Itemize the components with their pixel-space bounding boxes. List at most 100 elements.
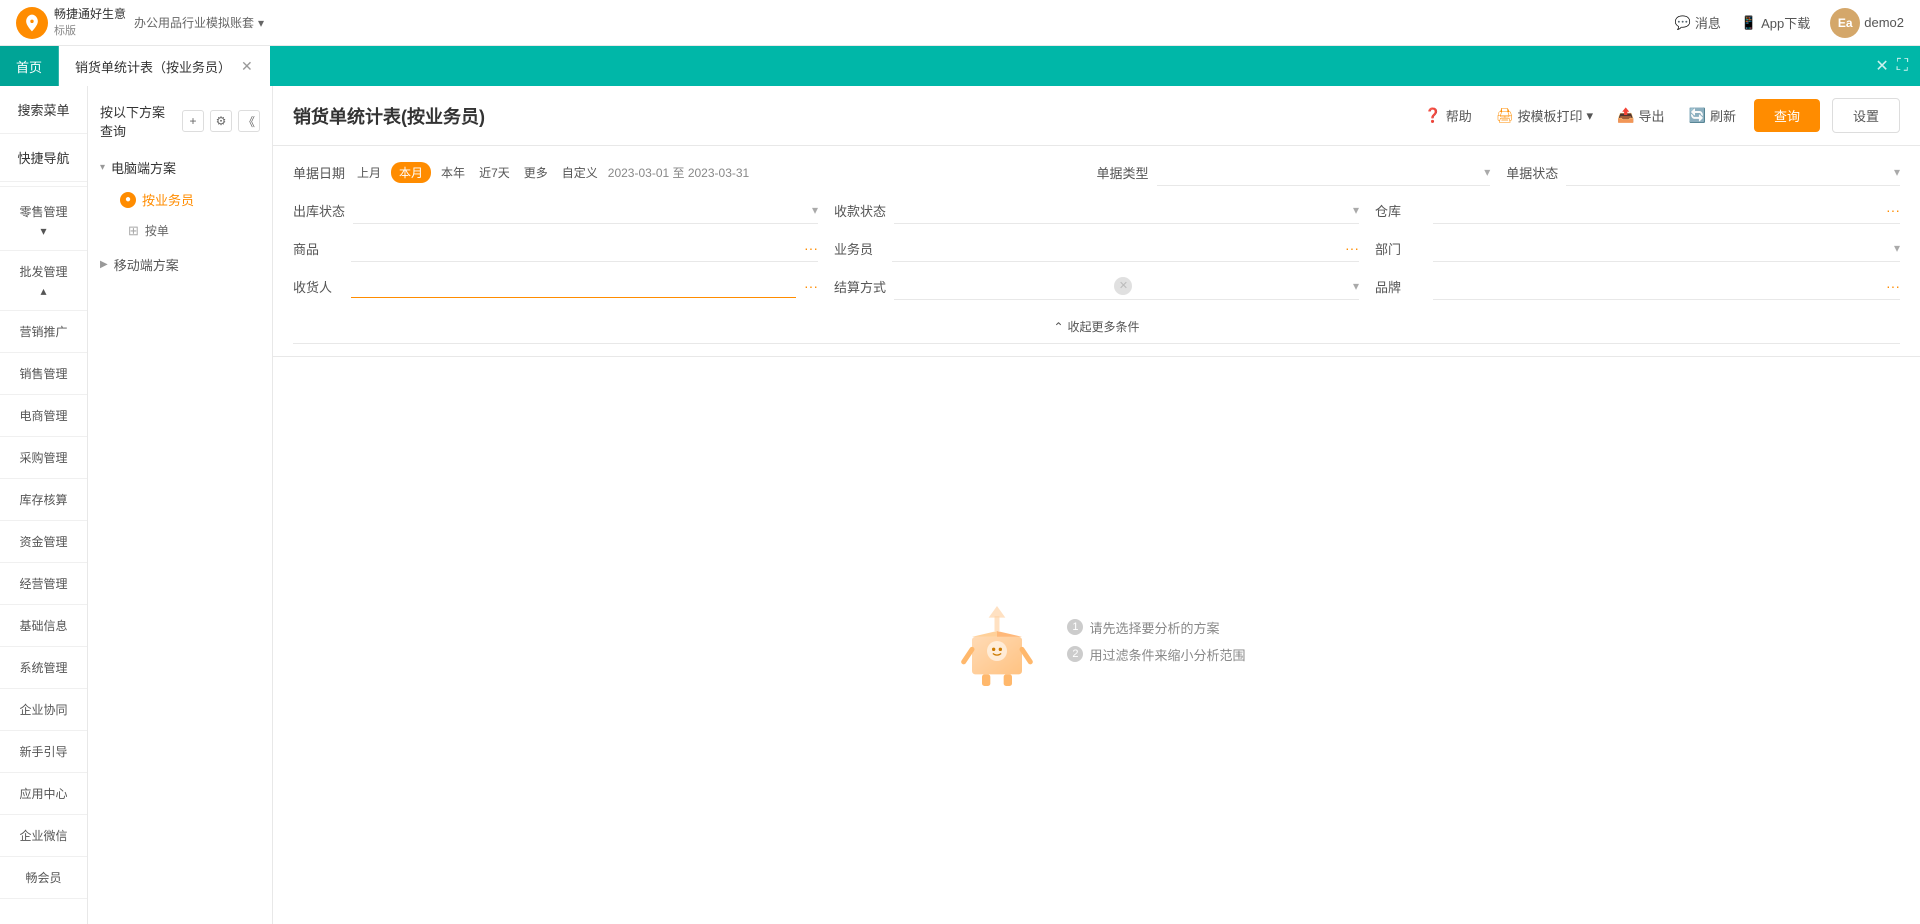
scheme-item-by-bill[interactable]: ⊞ 按单 xyxy=(88,216,272,245)
page-actions: ❓ 帮助 🖨 按模板打印 ▾ 📤 导出 🔄 xyxy=(1418,98,1900,133)
app-name-label: 办公用品行业模拟账套 xyxy=(134,14,254,31)
staff-dots[interactable]: ··· xyxy=(1345,240,1359,256)
print-icon: 🖨 xyxy=(1496,107,1514,124)
sidebar-item-wechat[interactable]: 企业微信 xyxy=(0,815,87,857)
settle-chevron-icon: ▾ xyxy=(1353,279,1359,293)
collapse-panel-btn[interactable]: 《 xyxy=(238,110,260,132)
sidebar-item-retail[interactable]: 零售管理 ▾ xyxy=(0,191,87,251)
sidebar-item-ecommerce[interactable]: 电商管理 xyxy=(0,395,87,437)
query-btn[interactable]: 查询 xyxy=(1754,99,1820,132)
settle-select[interactable]: ✕ ▾ xyxy=(894,272,1359,300)
collect-status-select[interactable]: ▾ xyxy=(894,196,1359,224)
app-download-btn[interactable]: 📱 App下载 xyxy=(1741,13,1810,32)
date-btn-last-month[interactable]: 上月 xyxy=(353,162,385,183)
bill-type-label: 单据类型 xyxy=(1097,163,1149,182)
export-btn[interactable]: 📤 导出 xyxy=(1611,102,1670,129)
user-profile-btn[interactable]: Ea demo2 xyxy=(1830,8,1904,38)
help-btn[interactable]: ❓ 帮助 xyxy=(1418,102,1477,129)
settle-label: 结算方式 xyxy=(834,277,886,296)
settings-scheme-btn[interactable]: ⚙ xyxy=(210,110,232,132)
mobile-scheme-group[interactable]: ▶ 移动端方案 xyxy=(88,249,272,280)
filter-goods: 商品 ··· xyxy=(293,234,818,262)
filter-row-1: 单据日期 上月 本月 本年 近7天 更多 自定义 2023-03-01 至 20… xyxy=(293,158,1900,186)
sidebar-item-marketing[interactable]: 营销推广 xyxy=(0,311,87,353)
sidebar-item-member[interactable]: 畅会员 xyxy=(0,857,87,899)
receiver-input[interactable] xyxy=(351,274,796,298)
goods-dots[interactable]: ··· xyxy=(804,240,818,256)
receiver-dots[interactable]: ··· xyxy=(804,278,818,294)
left-panel: 按以下方案查询 + ⚙ 《 ▾ 电脑端方案 ● 按业务员 ⊞ xyxy=(88,86,273,924)
sidebar-item-wholesale[interactable]: 批发管理 ▴ xyxy=(0,251,87,311)
sidebar-item-sales[interactable]: 销售管理 xyxy=(0,353,87,395)
sidebar-item-search[interactable]: 搜索菜单 xyxy=(0,86,87,134)
bill-type-select[interactable]: ▾ xyxy=(1157,158,1491,186)
tab-close-btn[interactable]: ✕ xyxy=(241,58,253,75)
date-btn-7days[interactable]: 近7天 xyxy=(475,162,514,183)
pc-scheme-group-label: 电脑端方案 xyxy=(111,158,176,177)
scheme-item-by-staff[interactable]: ● 按业务员 xyxy=(88,183,272,216)
brand-dots[interactable]: ··· xyxy=(1886,278,1900,294)
sidebar-item-newbie[interactable]: 新手引导 xyxy=(0,731,87,773)
sales-stats-tab-label: 销货单统计表（按业务员） xyxy=(75,57,231,76)
bill-status-select[interactable]: ▾ xyxy=(1566,158,1900,186)
template-print-btn[interactable]: 🖨 按模板打印 ▾ xyxy=(1490,102,1599,129)
sidebar-item-quicknav[interactable]: 快捷导航 xyxy=(0,134,87,182)
scheme-by-bill-label: 按单 xyxy=(145,222,169,239)
date-btn-custom[interactable]: 自定义 xyxy=(558,162,602,183)
sidebar-item-purchase[interactable]: 采购管理 xyxy=(0,437,87,479)
app-dropdown-btn[interactable]: 办公用品行业模拟账套 ▾ xyxy=(134,14,264,31)
tab-fullscreen-btn[interactable]: ⛶ xyxy=(1897,57,1908,75)
retail-arrow-icon: ▾ xyxy=(40,224,46,238)
sidebar-item-operations[interactable]: 经营管理 xyxy=(0,563,87,605)
goods-label: 商品 xyxy=(293,239,343,258)
filter-row-2: 出库状态 ▾ 收款状态 ▾ 仓库 xyxy=(293,196,1900,224)
filter-bar: 单据日期 上月 本月 本年 近7天 更多 自定义 2023-03-01 至 20… xyxy=(273,146,1920,357)
mobile-group-chevron-icon: ▶ xyxy=(100,259,108,270)
home-tab-label: 首页 xyxy=(16,57,42,76)
logo-area[interactable]: 畅捷通好生意 标版 xyxy=(16,7,126,39)
filter-settle: 结算方式 ✕ ▾ xyxy=(834,272,1359,300)
collapse-bar: ⌃ 收起更多条件 xyxy=(293,310,1900,344)
warehouse-dots[interactable]: ··· xyxy=(1886,202,1900,218)
date-btn-this-month[interactable]: 本月 xyxy=(391,162,431,183)
date-btn-more[interactable]: 更多 xyxy=(520,162,552,183)
tab-sales-stats[interactable]: 销货单统计表（按业务员） ✕ xyxy=(59,46,270,86)
collapse-filters-btn[interactable]: ⌃ 收起更多条件 xyxy=(1053,318,1139,335)
message-label: 消息 xyxy=(1695,13,1721,32)
sidebar-item-system[interactable]: 系统管理 xyxy=(0,647,87,689)
empty-tip-1: 1 请先选择要分析的方案 xyxy=(1067,618,1245,637)
wholesale-arrow-icon: ▴ xyxy=(40,284,46,298)
logo-text-block: 畅捷通好生意 标版 xyxy=(54,7,126,39)
retail-label: 零售管理 xyxy=(19,203,67,220)
settings-btn[interactable]: 设置 xyxy=(1832,98,1900,133)
sidebar-item-collab[interactable]: 企业协同 xyxy=(0,689,87,731)
empty-illustration xyxy=(947,591,1047,691)
staff-select[interactable]: ··· xyxy=(892,234,1359,262)
help-label: 帮助 xyxy=(1446,106,1472,125)
filter-staff: 业务员 ··· xyxy=(834,234,1359,262)
brand-select[interactable]: ··· xyxy=(1433,272,1900,300)
bill-status-chevron-icon: ▾ xyxy=(1894,165,1900,179)
date-btn-this-year[interactable]: 本年 xyxy=(437,162,469,183)
warehouse-select[interactable]: ··· xyxy=(1433,196,1900,224)
message-btn[interactable]: 💬 消息 xyxy=(1675,13,1721,32)
settle-clear-btn[interactable]: ✕ xyxy=(1114,277,1132,295)
filter-collect-status: 收款状态 ▾ xyxy=(834,196,1359,224)
tab-close-all-btn[interactable]: ✕ xyxy=(1875,56,1888,76)
print-label: 按模板打印 xyxy=(1518,106,1583,125)
dept-select[interactable]: ▾ xyxy=(1433,234,1900,262)
sub-item-icon: ⊞ xyxy=(128,223,139,239)
dropdown-chevron-icon: ▾ xyxy=(258,16,264,30)
sidebar-item-appcenter[interactable]: 应用中心 xyxy=(0,773,87,815)
sidebar-item-basic[interactable]: 基础信息 xyxy=(0,605,87,647)
refresh-btn[interactable]: 🔄 刷新 xyxy=(1683,102,1742,129)
sidebar-item-finance[interactable]: 资金管理 xyxy=(0,521,87,563)
tab-home[interactable]: 首页 xyxy=(0,46,59,86)
sidebar-item-inventory[interactable]: 库存核算 xyxy=(0,479,87,521)
quick-nav-label: 快捷导航 xyxy=(17,151,69,166)
pc-scheme-group-header[interactable]: ▾ 电脑端方案 xyxy=(88,152,272,183)
empty-state: 1 请先选择要分析的方案 2 用过滤条件来缩小分析范围 xyxy=(947,591,1245,691)
add-scheme-btn[interactable]: + xyxy=(182,110,204,132)
out-status-select[interactable]: ▾ xyxy=(353,196,818,224)
goods-select[interactable]: ··· xyxy=(351,234,818,262)
